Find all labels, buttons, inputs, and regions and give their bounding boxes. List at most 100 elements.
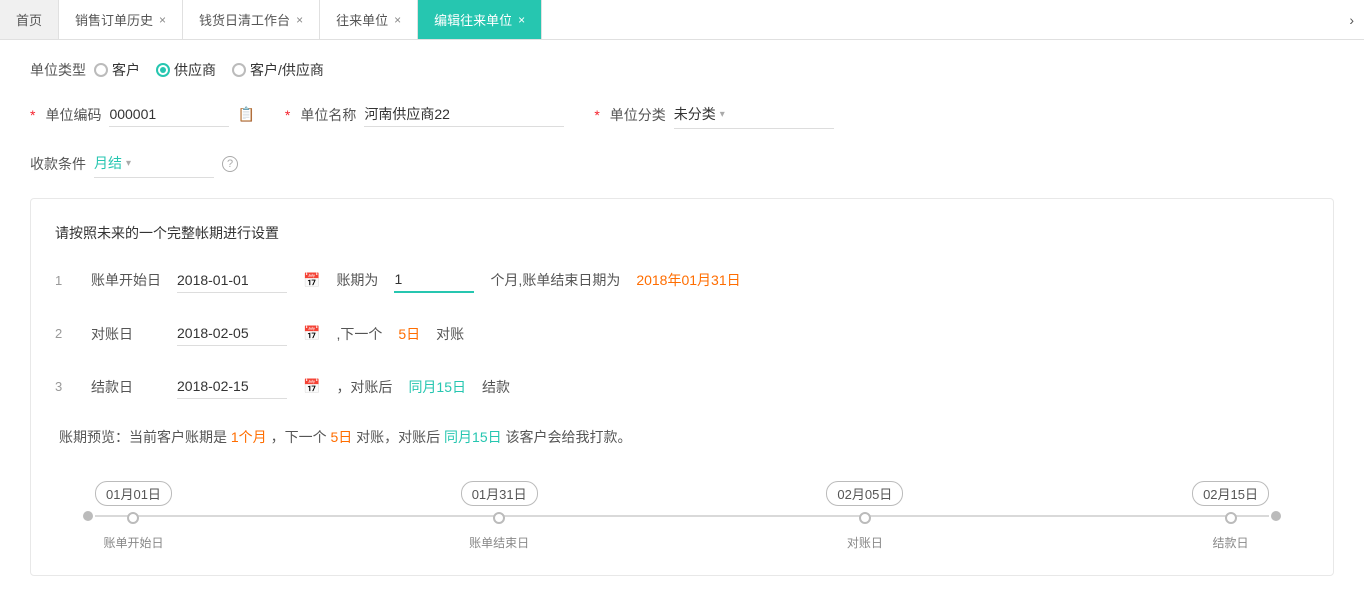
unit-code-label: 单位编码 <box>45 105 101 125</box>
timeline-label-0: 账单开始日 <box>103 534 163 551</box>
tab-bar: 首页 销售订单历史 × 钱货日清工作台 × 往来单位 × 编辑往来单位 × › <box>0 0 1364 40</box>
tab-cashflow-label: 钱货日清工作台 <box>199 10 290 29</box>
unit-category-required: * <box>594 107 599 123</box>
start-date-input[interactable] <box>177 268 287 293</box>
row-num-1: 1 <box>55 273 75 288</box>
period-input[interactable] <box>394 267 474 293</box>
unit-code-copy-icon[interactable]: 📋 <box>237 106 254 123</box>
tab-cashflow-close[interactable]: × <box>296 14 303 26</box>
unit-name-input[interactable] <box>364 102 564 127</box>
preview-middle1: ，下一个 <box>271 429 327 445</box>
card-row-3: 3 结款日 📅 ，对账后 同月15日 结款 <box>55 374 1309 399</box>
unit-code-field: * 单位编码 📋 <box>30 102 255 127</box>
tab-edit-partner-close[interactable]: × <box>518 14 525 26</box>
payment-desc-prefix: ，对账后 <box>336 377 392 397</box>
timeline-dot-1 <box>493 512 505 524</box>
tab-sales-history[interactable]: 销售订单历史 × <box>59 0 183 39</box>
tab-more-icon: › <box>1349 12 1354 28</box>
payment-terms-select[interactable]: 月结 ▾ <box>94 149 214 178</box>
timeline-dot-3 <box>1225 512 1237 524</box>
main-content: 单位类型 客户 供应商 客户/供应商 * 单位编码 <box>0 40 1364 616</box>
unit-name-required: * <box>285 107 290 123</box>
preview-highlight3: 同月15日 <box>444 429 502 445</box>
period-end-date: 2018年01月31日 <box>636 270 740 290</box>
row-label-3: 结款日 <box>91 377 161 397</box>
radio-both-circle <box>232 63 246 77</box>
reconcile-desc-suffix: 对账 <box>436 324 464 344</box>
payment-desc-highlight: 同月15日 <box>408 377 466 397</box>
radio-customer-label: 客户 <box>112 60 140 80</box>
tab-more-button[interactable]: › <box>1339 0 1364 39</box>
tab-home-label: 首页 <box>16 10 42 29</box>
timeline-date-1: 01月31日 <box>461 481 538 506</box>
payment-terms-label: 收款条件 <box>30 154 86 174</box>
payment-date-input[interactable] <box>177 374 287 399</box>
tab-partners-close[interactable]: × <box>394 14 401 26</box>
card-title: 请按照未来的一个完整帐期进行设置 <box>55 223 1309 243</box>
preview-suffix: 该客户会给我打款。 <box>506 429 632 445</box>
tab-partners[interactable]: 往来单位 × <box>320 0 418 39</box>
start-date-cal-icon[interactable]: 📅 <box>303 272 320 289</box>
settings-card: 请按照未来的一个完整帐期进行设置 1 账单开始日 📅 账期为 个月,账单结束日期… <box>30 198 1334 576</box>
payment-terms-field: 收款条件 月结 ▾ ? <box>30 149 238 178</box>
timeline-label-3: 结款日 <box>1213 534 1249 551</box>
tab-cashflow[interactable]: 钱货日清工作台 × <box>183 0 320 39</box>
card-row-1: 1 账单开始日 📅 账期为 个月,账单结束日期为 2018年01月31日 <box>55 267 1309 293</box>
timeline-point-2: 02月05日 对账日 <box>826 481 903 551</box>
payment-terms-row: 收款条件 月结 ▾ ? <box>30 149 1334 178</box>
unit-name-field: * 单位名称 <box>285 102 564 127</box>
radio-supplier[interactable]: 供应商 <box>156 60 216 80</box>
help-icon[interactable]: ? <box>222 156 238 172</box>
tab-edit-partner[interactable]: 编辑往来单位 × <box>418 0 542 39</box>
timeline-point-0: 01月01日 账单开始日 <box>95 481 172 551</box>
preview-highlight2: 5日 <box>330 429 352 445</box>
reconcile-date-cal-icon[interactable]: 📅 <box>303 325 320 342</box>
row-num-3: 3 <box>55 379 75 394</box>
radio-customer[interactable]: 客户 <box>94 60 140 80</box>
row-num-2: 2 <box>55 326 75 341</box>
payment-terms-chevron[interactable]: ▾ <box>126 158 131 169</box>
tab-edit-partner-label: 编辑往来单位 <box>434 10 512 29</box>
timeline-label-1: 账单结束日 <box>469 534 529 551</box>
unit-code-required: * <box>30 107 35 123</box>
tab-partners-label: 往来单位 <box>336 10 388 29</box>
preview-section: 账期预览：当前客户账期是 1个月 ，下一个 5日 对账，对账后 同月15日 该客… <box>55 427 1309 447</box>
radio-both[interactable]: 客户/供应商 <box>232 60 324 80</box>
timeline-start-dot <box>83 511 93 521</box>
preview-highlight1: 1个月 <box>231 429 267 445</box>
radio-group: 客户 供应商 客户/供应商 <box>94 60 324 80</box>
timeline: 01月01日 账单开始日 01月31日 账单结束日 02月05日 对账日 <box>95 481 1269 551</box>
reconcile-date-input[interactable] <box>177 321 287 346</box>
reconcile-desc-highlight: 5日 <box>398 324 420 344</box>
unit-category-field: * 单位分类 未分类 ▾ <box>594 100 833 129</box>
radio-supplier-label: 供应商 <box>174 60 216 80</box>
unit-category-select[interactable]: 未分类 ▾ <box>674 100 834 129</box>
reconcile-desc-prefix: ,下一个 <box>336 324 382 344</box>
timeline-dot-0 <box>127 512 139 524</box>
row-label-1: 账单开始日 <box>91 270 161 290</box>
period-suffix: 个月,账单结束日期为 <box>490 270 620 290</box>
timeline-date-3: 02月15日 <box>1192 481 1269 506</box>
timeline-container: 01月01日 账单开始日 01月31日 账单结束日 02月05日 对账日 <box>55 471 1309 551</box>
radio-customer-circle <box>94 63 108 77</box>
timeline-points: 01月01日 账单开始日 01月31日 账单结束日 02月05日 对账日 <box>95 481 1269 551</box>
preview-prefix: 账期预览：当前客户账期是 <box>59 429 227 445</box>
card-row-2: 2 对账日 📅 ,下一个 5日 对账 <box>55 321 1309 346</box>
unit-name-label: 单位名称 <box>300 105 356 125</box>
unit-info-row: * 单位编码 📋 * 单位名称 * 单位分类 未分类 ▾ <box>30 100 1334 129</box>
unit-category-label: 单位分类 <box>610 105 666 125</box>
unit-code-input[interactable] <box>109 102 229 127</box>
radio-supplier-circle <box>156 63 170 77</box>
preview-middle2: 对账，对账后 <box>356 429 440 445</box>
tab-sales-history-label: 销售订单历史 <box>75 10 153 29</box>
unit-type-label: 单位类型 <box>30 60 86 80</box>
payment-terms-value: 月结 <box>94 153 122 173</box>
tab-sales-history-close[interactable]: × <box>159 14 166 26</box>
payment-date-cal-icon[interactable]: 📅 <box>303 378 320 395</box>
unit-type-field: 单位类型 客户 供应商 客户/供应商 <box>30 60 324 80</box>
timeline-point-1: 01月31日 账单结束日 <box>461 481 538 551</box>
unit-category-value: 未分类 <box>674 104 716 124</box>
tab-home[interactable]: 首页 <box>0 0 59 39</box>
timeline-date-2: 02月05日 <box>826 481 903 506</box>
unit-category-chevron[interactable]: ▾ <box>720 109 725 120</box>
